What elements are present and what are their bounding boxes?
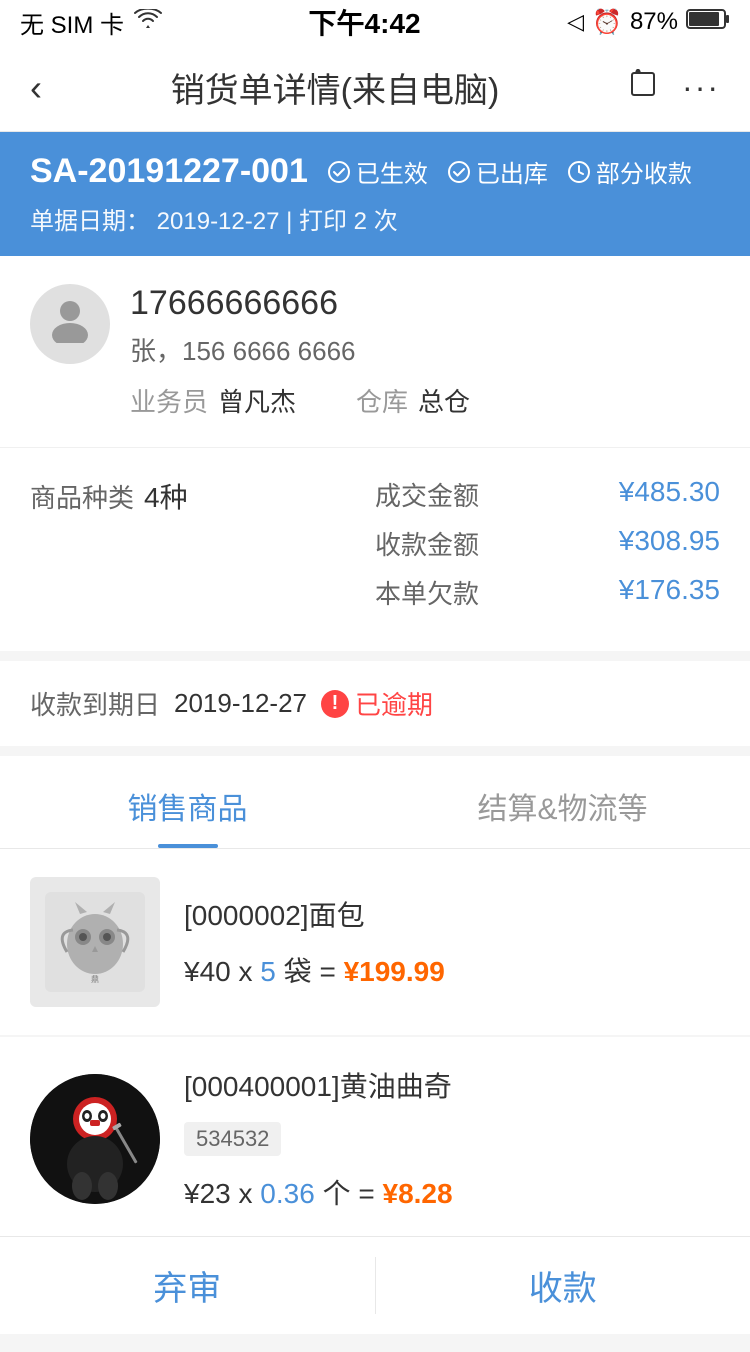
product-total-2: ¥8.28 [383, 1178, 453, 1209]
carrier-text: 无 SIM 卡 [20, 5, 124, 40]
status-left: 无 SIM 卡 [20, 5, 162, 40]
product-name-1: [0000002]面包 [184, 894, 720, 934]
product-sku-2: 534532 [184, 1122, 281, 1156]
product-qty-1: 5 [260, 956, 276, 987]
stats-left: 商品种类 4种 [30, 476, 375, 520]
overdue-badge: ! 已逾期 [321, 685, 433, 722]
product-image-2 [30, 1074, 160, 1204]
product-types-label: 商品种类 [30, 478, 134, 515]
tab-products[interactable]: 销售商品 [0, 756, 375, 848]
product-card-2: [000400001]黄油曲奇 534532 ¥23 x 0.36 个 = ¥8… [0, 1037, 750, 1240]
overdue-text: 已逾期 [355, 685, 433, 722]
share-icon[interactable] [628, 69, 658, 107]
sales-info: 业务员 曾凡杰 [130, 382, 296, 419]
sales-name: 曾凡杰 [218, 382, 296, 419]
deal-amount-row: 成交金额 ¥485.30 [375, 476, 720, 513]
header-banner: SA-20191227-001 已生效 已出库 部分收款 单据日期： 2019-… [0, 132, 750, 256]
status-right: ◁ ⏰ 87% [567, 8, 730, 37]
received-amount-row: 收款金额 ¥308.95 [375, 525, 720, 562]
tab-settlement[interactable]: 结算&物流等 [375, 756, 750, 848]
avatar [30, 284, 110, 364]
product-info-2: [000400001]黄油曲奇 534532 ¥23 x 0.36 个 = ¥8… [184, 1065, 720, 1212]
due-date-label: 收款到期日 [30, 685, 160, 722]
badge-partial: 部分收款 [568, 154, 692, 189]
customer-info: 17666666666 张，156 6666 6666 业务员 曾凡杰 仓库 总… [130, 284, 720, 419]
customer-phone: 张，156 6666 6666 [130, 331, 720, 368]
product-qty-2: 0.36 [260, 1178, 315, 1209]
due-date-section: 收款到期日 2019-12-27 ! 已逾期 [0, 661, 750, 756]
stats-section: 商品种类 4种 成交金额 ¥485.30 收款金额 ¥308.95 本单欠款 ¥… [0, 448, 750, 661]
product-info-1: [0000002]面包 ¥40 x 5 袋 = ¥199.99 [184, 894, 720, 990]
tabs-section: 销售商品 结算&物流等 [0, 756, 750, 849]
battery-icon [686, 8, 730, 37]
product-name-2: [000400001]黄油曲奇 [184, 1065, 720, 1105]
battery-text: 87% [630, 8, 678, 36]
alarm-icon: ⏰ [592, 8, 622, 37]
received-amount-label: 收款金额 [375, 525, 479, 562]
banner-top: SA-20191227-001 已生效 已出库 部分收款 [30, 152, 720, 191]
product-image-1: 鼎 [30, 877, 160, 1007]
received-amount-value: ¥308.95 [619, 525, 720, 562]
user-icon [45, 293, 95, 355]
page-title: 销货单详情(来自电脑) [171, 63, 500, 112]
product-price-1: ¥40 x 5 袋 = ¥199.99 [184, 950, 720, 990]
status-time: 下午4:42 [309, 2, 421, 42]
product-total-1: ¥199.99 [344, 956, 445, 987]
overdue-icon: ! [321, 690, 349, 718]
location-icon: ◁ [567, 9, 584, 35]
customer-meta: 业务员 曾凡杰 仓库 总仓 [130, 382, 720, 419]
product-types-row: 商品种类 4种 [30, 476, 375, 516]
product-price-2: ¥23 x 0.36 个 = ¥8.28 [184, 1172, 720, 1212]
warehouse-label: 仓库 [356, 382, 408, 419]
nav-actions: ··· [628, 69, 720, 107]
owed-amount-label: 本单欠款 [375, 574, 479, 611]
owed-amount-value: ¥176.35 [619, 574, 720, 611]
product-types-count: 4种 [144, 476, 188, 516]
sales-label: 业务员 [130, 382, 208, 419]
product-card-1: 鼎 [0000002]面包 ¥40 x 5 袋 = ¥199.99 [0, 849, 750, 1035]
wifi-icon [134, 8, 162, 36]
warehouse-name: 总仓 [418, 382, 470, 419]
back-button[interactable]: ‹ [30, 67, 42, 109]
badge-effective: 已生效 [328, 154, 428, 189]
customer-name: 17666666666 [130, 284, 720, 323]
deal-amount-label: 成交金额 [375, 476, 479, 513]
status-bar: 无 SIM 卡 下午4:42 ◁ ⏰ 87% [0, 0, 750, 44]
bottom-bar: 弃审 收款 [0, 1236, 750, 1334]
warehouse-info: 仓库 总仓 [356, 382, 470, 419]
owed-amount-row: 本单欠款 ¥176.35 [375, 574, 720, 611]
cancel-button[interactable]: 弃审 [0, 1237, 375, 1334]
confirm-button[interactable]: 收款 [376, 1237, 750, 1334]
svg-text:鼎: 鼎 [91, 975, 99, 984]
more-icon[interactable]: ··· [682, 69, 720, 106]
due-date-value: 2019-12-27 [174, 688, 307, 719]
products-section: 鼎 [0000002]面包 ¥40 x 5 袋 = ¥199.99 [0, 849, 750, 1240]
customer-section: 17666666666 张，156 6666 6666 业务员 曾凡杰 仓库 总… [0, 256, 750, 448]
deal-amount-value: ¥485.30 [619, 476, 720, 513]
banner-date-info: 单据日期： 2019-12-27 | 打印 2 次 [30, 201, 720, 236]
badge-delivered: 已出库 [448, 154, 548, 189]
order-id: SA-20191227-001 [30, 152, 308, 191]
stats-right: 成交金额 ¥485.30 收款金额 ¥308.95 本单欠款 ¥176.35 [375, 476, 720, 623]
nav-bar: ‹ 销货单详情(来自电脑) ··· [0, 44, 750, 132]
